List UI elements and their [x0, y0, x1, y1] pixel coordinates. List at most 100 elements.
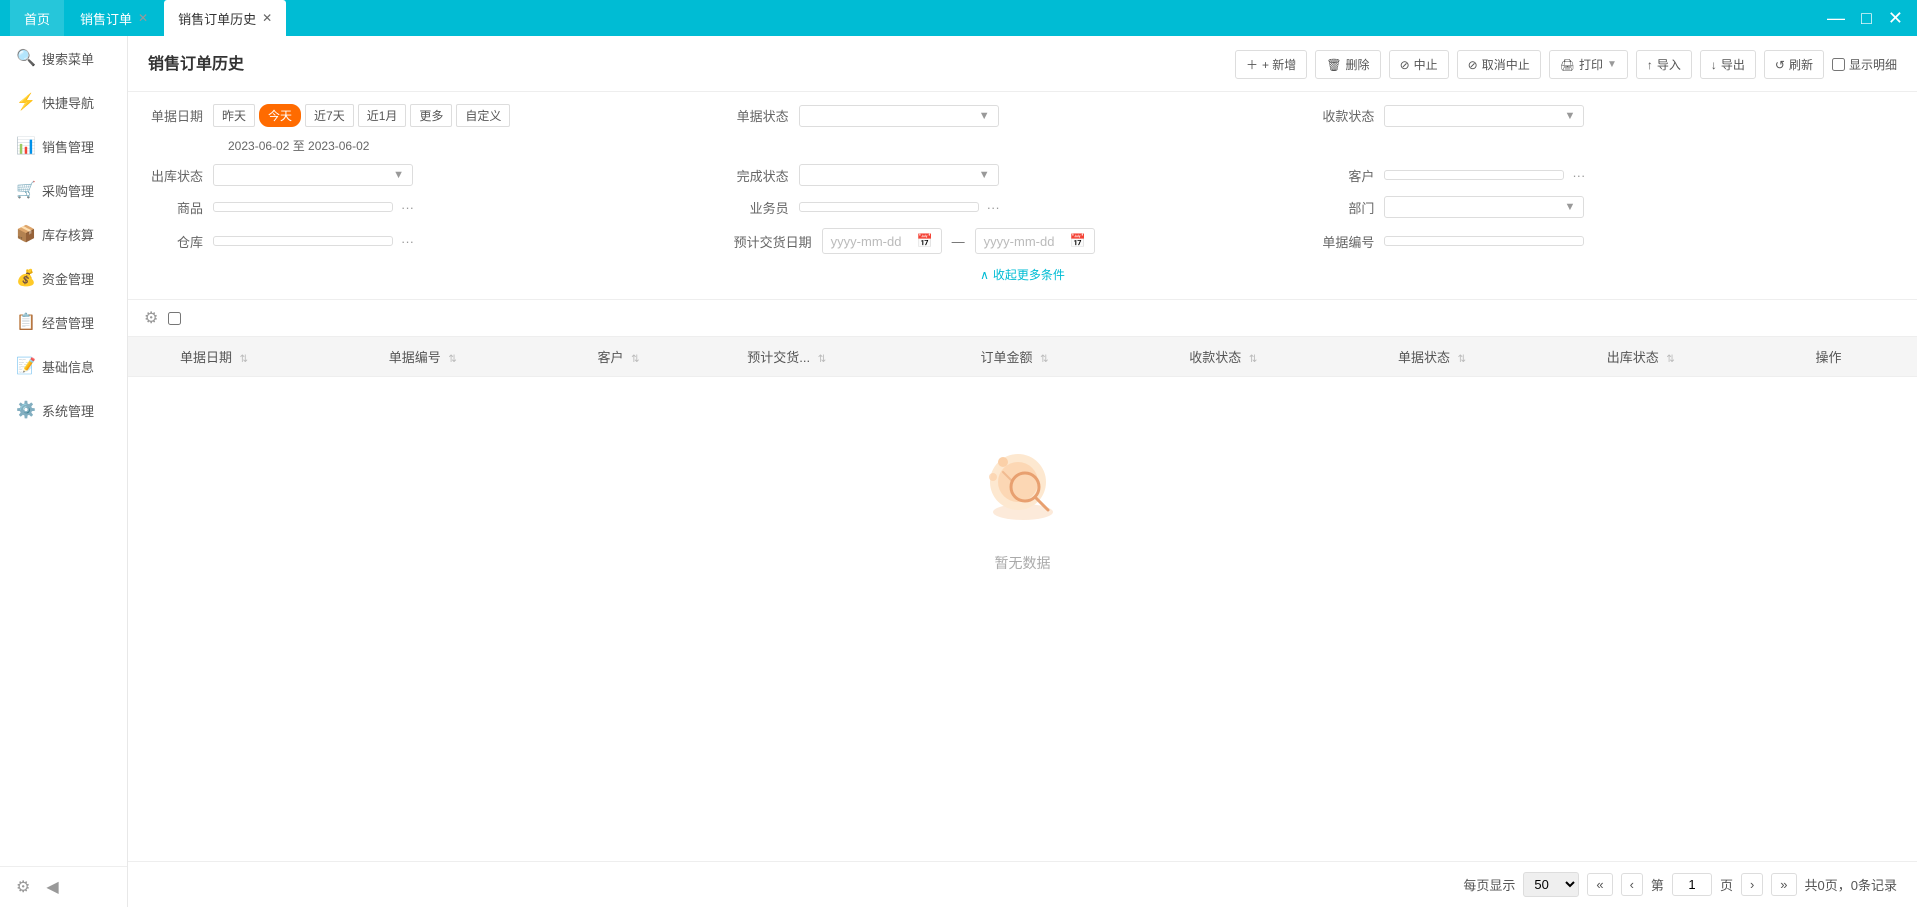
- sidebar-collapse-icon[interactable]: ◀: [46, 877, 58, 897]
- filter-department-label: 部门: [1319, 198, 1384, 217]
- filter-customer-input[interactable]: [1384, 170, 1564, 180]
- sidebar-item-quick-nav[interactable]: ⚡ 快捷导航: [0, 80, 127, 124]
- filter-warehouse: 仓库 ···: [148, 232, 726, 251]
- filter-delivery-date-end[interactable]: yyyy-mm-dd 📅: [975, 228, 1095, 254]
- import-button[interactable]: ↑ 导入: [1636, 50, 1692, 79]
- collapse-label: 收起更多条件: [993, 266, 1065, 283]
- th-order-amount[interactable]: 订单金额 ⇅: [969, 337, 1178, 377]
- refresh-label: 刷新: [1789, 56, 1813, 73]
- sidebar-item-inventory[interactable]: 📦 库存核算: [0, 212, 127, 256]
- th-payment-status[interactable]: 收款状态 ⇅: [1177, 337, 1386, 377]
- table-section: ⚙ 单据日期 ⇅ 单据编号 ⇅: [128, 300, 1917, 861]
- operations-icon: 📋: [16, 312, 34, 332]
- filter-salesperson-control: ···: [799, 200, 1312, 215]
- print-button[interactable]: 🖨 打印 ▼: [1549, 50, 1628, 79]
- sidebar-item-sales-mgmt[interactable]: 📊 销售管理: [0, 124, 127, 168]
- import-icon: ↑: [1647, 58, 1653, 72]
- prev-page-button[interactable]: ‹: [1621, 873, 1643, 896]
- th-order-status[interactable]: 单据状态 ⇅: [1386, 337, 1595, 377]
- date-btn-today[interactable]: 今天: [259, 104, 301, 127]
- date-btn-yesterday[interactable]: 昨天: [213, 104, 255, 127]
- sidebar-item-base-info[interactable]: 📝 基础信息: [0, 344, 127, 388]
- product-ellipsis-icon[interactable]: ···: [401, 200, 414, 215]
- th-delivery-status-label: 出库状态: [1607, 350, 1659, 365]
- filter-order-status-label: 单据状态: [734, 106, 799, 125]
- display-detail-checkbox[interactable]: [1832, 58, 1845, 71]
- filter-department-select[interactable]: ▼: [1384, 196, 1584, 218]
- page-unit-label: 页: [1720, 875, 1733, 894]
- maximize-button[interactable]: □: [1857, 4, 1876, 33]
- th-customer[interactable]: 客户 ⇅: [585, 337, 735, 377]
- date-btn-1month[interactable]: 近1月: [358, 104, 407, 127]
- filter-salesperson-input[interactable]: [799, 202, 979, 212]
- th-expected-delivery-sort-icon: ⇅: [818, 354, 826, 365]
- minimize-button[interactable]: —: [1823, 4, 1849, 33]
- th-delivery-status[interactable]: 出库状态 ⇅: [1595, 337, 1804, 377]
- refresh-button[interactable]: ↺ 刷新: [1764, 50, 1824, 79]
- tab-sales-order-history-close[interactable]: ✕: [262, 11, 272, 25]
- tab-sales-order-history[interactable]: 销售订单历史 ✕: [164, 0, 286, 36]
- filter-delivery-date-start[interactable]: yyyy-mm-dd 📅: [822, 228, 942, 254]
- collapse-filter-button[interactable]: ∧ 收起更多条件: [148, 262, 1897, 287]
- refresh-icon: ↺: [1775, 58, 1785, 72]
- th-expected-delivery[interactable]: 预计交货... ⇅: [735, 337, 968, 377]
- date-range-display: 2023-06-02 至 2023-06-02: [228, 139, 369, 153]
- filter-delivery-status-select[interactable]: ▼: [213, 164, 413, 186]
- date-btn-7days[interactable]: 近7天: [305, 104, 354, 127]
- export-button[interactable]: ↓ 导出: [1700, 50, 1756, 79]
- sidebar-settings-icon[interactable]: ⚙: [16, 877, 30, 897]
- sidebar-item-purchase-mgmt[interactable]: 🛒 采购管理: [0, 168, 127, 212]
- filter-salesperson: 业务员 ···: [734, 198, 1312, 217]
- table-settings-icon[interactable]: ⚙: [144, 308, 158, 328]
- table-toolbar: ⚙: [128, 300, 1917, 337]
- th-number-sort-icon: ⇅: [448, 354, 456, 365]
- department-arrow-icon: ▼: [1564, 201, 1575, 213]
- cancel-stop-button[interactable]: ⊘ 取消中止: [1457, 50, 1541, 79]
- filter-warehouse-input[interactable]: [213, 236, 393, 246]
- th-number[interactable]: 单据编号 ⇅: [377, 337, 586, 377]
- date-btn-custom[interactable]: 自定义: [456, 104, 510, 127]
- payment-status-arrow-icon: ▼: [1564, 110, 1575, 122]
- cancel-stop-label: 取消中止: [1482, 56, 1530, 73]
- tab-sales-order-close[interactable]: ✕: [138, 11, 148, 25]
- filter-order-status-select[interactable]: ▼: [799, 105, 999, 127]
- select-all-checkbox[interactable]: [168, 312, 181, 325]
- stop-button[interactable]: ⊘ 中止: [1389, 50, 1449, 79]
- import-label: 导入: [1657, 56, 1681, 73]
- sidebar-item-finance[interactable]: 💰 资金管理: [0, 256, 127, 300]
- filter-delivery-date-label: 预计交货日期: [734, 232, 822, 251]
- display-detail-checkbox-label[interactable]: 显示明细: [1832, 56, 1897, 73]
- th-expected-delivery-label: 预计交货...: [747, 350, 810, 365]
- filter-product-input[interactable]: [213, 202, 393, 212]
- th-order-status-label: 单据状态: [1398, 350, 1450, 365]
- page-size-select[interactable]: 50 10 20 100: [1523, 872, 1579, 897]
- table-header-row: 单据日期 ⇅ 单据编号 ⇅ 客户 ⇅ 预计交货...: [128, 337, 1917, 377]
- sidebar-item-system-mgmt[interactable]: ⚙️ 系统管理: [0, 388, 127, 432]
- add-button[interactable]: ＋ + 新增: [1235, 50, 1307, 79]
- filter-complete-status-select[interactable]: ▼: [799, 164, 999, 186]
- close-button[interactable]: ✕: [1884, 4, 1907, 33]
- tab-home[interactable]: 首页: [10, 0, 64, 36]
- filter-payment-status-select[interactable]: ▼: [1384, 105, 1584, 127]
- sidebar-item-search-menu[interactable]: 🔍 搜索菜单: [0, 36, 127, 80]
- sidebar-item-operations[interactable]: 📋 经营管理: [0, 300, 127, 344]
- warehouse-ellipsis-icon[interactable]: ···: [401, 234, 414, 249]
- filter-order-number-control: [1384, 236, 1897, 246]
- current-page-input[interactable]: [1672, 873, 1712, 896]
- delete-button[interactable]: 🗑 删除: [1315, 50, 1380, 79]
- filter-delivery-status-label: 出库状态: [148, 166, 213, 185]
- last-page-button[interactable]: »: [1771, 873, 1796, 896]
- salesperson-ellipsis-icon[interactable]: ···: [987, 200, 1000, 215]
- first-page-button[interactable]: «: [1587, 873, 1612, 896]
- filter-order-number-input[interactable]: [1384, 236, 1584, 246]
- customer-ellipsis-icon[interactable]: ···: [1572, 168, 1585, 183]
- complete-status-arrow-icon: ▼: [979, 169, 990, 181]
- tab-sales-order[interactable]: 销售订单 ✕: [66, 0, 162, 36]
- date-btn-more[interactable]: 更多: [410, 104, 452, 127]
- filter-complete-status-label: 完成状态: [734, 166, 799, 185]
- window-controls: — □ ✕: [1823, 4, 1907, 33]
- filter-delivery-status-control: ▼: [213, 164, 726, 186]
- th-payment-status-sort-icon: ⇅: [1249, 354, 1257, 365]
- next-page-button[interactable]: ›: [1741, 873, 1763, 896]
- th-date[interactable]: 单据日期 ⇅: [168, 337, 377, 377]
